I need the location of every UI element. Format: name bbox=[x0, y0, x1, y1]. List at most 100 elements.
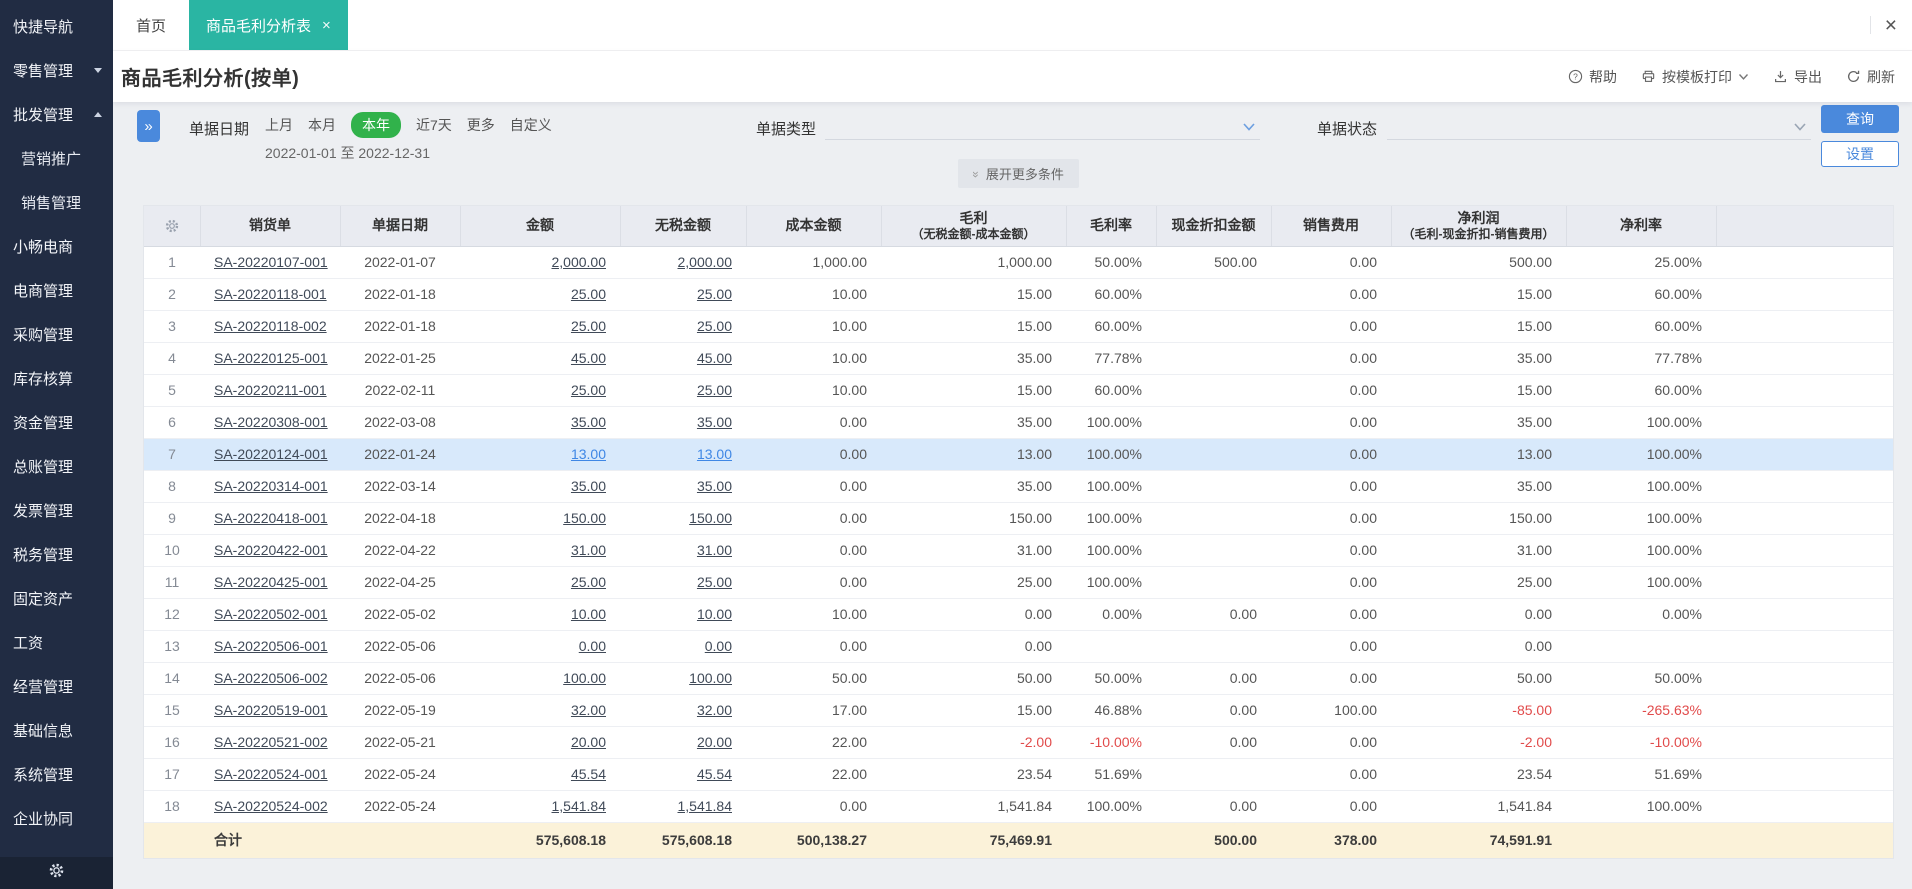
sale-order-link[interactable]: SA-20220107-001 bbox=[200, 246, 340, 279]
sidebar-item-enterprise-collab[interactable]: 企业协同 bbox=[0, 796, 113, 840]
tax-free-amount[interactable]: 25.00 bbox=[620, 310, 746, 343]
sidebar-item-tax-mgmt[interactable]: 税务管理 bbox=[0, 532, 113, 576]
table-row-4[interactable]: 4 SA-20220125-001 2022-01-25 45.00 45.00 10.0… bbox=[144, 342, 1893, 375]
tax-free-amount[interactable]: 45.54 bbox=[620, 758, 746, 791]
tax-free-amount[interactable]: 45.00 bbox=[620, 342, 746, 375]
sale-order-link[interactable]: SA-20220524-001 bbox=[200, 758, 340, 791]
sale-order-link[interactable]: SA-20220521-002 bbox=[200, 726, 340, 759]
doc-type-select[interactable] bbox=[825, 110, 1260, 140]
sale-order-link[interactable]: SA-20220118-001 bbox=[200, 278, 340, 311]
amount[interactable]: 25.00 bbox=[460, 278, 620, 311]
tax-free-amount[interactable]: 31.00 bbox=[620, 534, 746, 567]
quick-range-option[interactable]: 自定义 bbox=[510, 115, 552, 135]
sale-order-link[interactable]: SA-20220418-001 bbox=[200, 502, 340, 535]
tax-free-amount[interactable]: 25.00 bbox=[620, 374, 746, 407]
column-header[interactable]: 销售费用 bbox=[1271, 206, 1392, 247]
tax-free-amount[interactable]: 25.00 bbox=[620, 278, 746, 311]
window-close-icon[interactable]: × bbox=[1885, 15, 1897, 36]
table-row-11[interactable]: 11 SA-20220425-001 2022-04-25 25.00 25.00 0.0… bbox=[144, 566, 1893, 599]
quick-range-option[interactable]: 本年 bbox=[351, 112, 401, 138]
tax-free-amount[interactable]: 10.00 bbox=[620, 598, 746, 631]
tab-close-icon[interactable]: × bbox=[322, 18, 331, 33]
sidebar-item-invoice-mgmt[interactable]: 发票管理 bbox=[0, 488, 113, 532]
amount[interactable]: 45.00 bbox=[460, 342, 620, 375]
sidebar-item-general-ledger[interactable]: 总账管理 bbox=[0, 444, 113, 488]
column-header[interactable]: 销货单 bbox=[200, 206, 341, 247]
tax-free-amount[interactable]: 25.00 bbox=[620, 566, 746, 599]
table-row-12[interactable]: 12 SA-20220502-001 2022-05-02 10.00 10.00 10.… bbox=[144, 598, 1893, 631]
table-row-2[interactable]: 2 SA-20220118-001 2022-01-18 25.00 25.00 10.0… bbox=[144, 278, 1893, 311]
tax-free-amount[interactable]: 1,541.84 bbox=[620, 790, 746, 823]
tax-free-amount[interactable]: 100.00 bbox=[620, 662, 746, 695]
refresh-button[interactable]: 刷新 bbox=[1846, 67, 1895, 87]
sidebar-item-purchase-mgmt[interactable]: 采购管理 bbox=[0, 312, 113, 356]
sale-order-link[interactable]: SA-20220425-001 bbox=[200, 566, 340, 599]
sale-order-link[interactable]: SA-20220422-001 bbox=[200, 534, 340, 567]
tax-free-amount[interactable]: 13.00 bbox=[620, 438, 746, 471]
quick-range-option[interactable]: 更多 bbox=[467, 115, 495, 135]
tab-product-profit-analysis[interactable]: 商品毛利分析表 × bbox=[189, 0, 348, 50]
sale-order-link[interactable]: SA-20220124-001 bbox=[200, 438, 340, 471]
amount[interactable]: 35.00 bbox=[460, 406, 620, 439]
sale-order-link[interactable]: SA-20220506-001 bbox=[200, 630, 340, 663]
doc-status-select[interactable] bbox=[1387, 110, 1811, 140]
column-header[interactable]: 毛利 （无税金额-成本金额） bbox=[881, 206, 1067, 247]
sidebar-item-ecommerce-mgmt[interactable]: 电商管理 bbox=[0, 268, 113, 312]
sidebar-item-retail-mgmt[interactable]: 零售管理 bbox=[0, 48, 113, 92]
expand-more-button[interactable]: » 展开更多条件 bbox=[958, 159, 1079, 188]
sidebar-item-xiaochang-ec[interactable]: 小畅电商 bbox=[0, 224, 113, 268]
table-row-14[interactable]: 14 SA-20220506-002 2022-05-06 100.00 100.00 5… bbox=[144, 662, 1893, 695]
table-row-3[interactable]: 3 SA-20220118-002 2022-01-18 25.00 25.00 10.0… bbox=[144, 310, 1893, 343]
sale-order-link[interactable]: SA-20220125-001 bbox=[200, 342, 340, 375]
amount[interactable]: 32.00 bbox=[460, 694, 620, 727]
table-row-6[interactable]: 6 SA-20220308-001 2022-03-08 35.00 35.00 0.00… bbox=[144, 406, 1893, 439]
quick-range-option[interactable]: 本月 bbox=[308, 115, 336, 135]
sidebar-item-wholesale-mgmt[interactable]: 批发管理 bbox=[0, 92, 113, 136]
table-row-5[interactable]: 5 SA-20220211-001 2022-02-11 25.00 25.00 10.0… bbox=[144, 374, 1893, 407]
amount[interactable]: 13.00 bbox=[460, 438, 620, 471]
sidebar-item-basic-info[interactable]: 基础信息 bbox=[0, 708, 113, 752]
amount[interactable]: 25.00 bbox=[460, 374, 620, 407]
amount[interactable]: 2,000.00 bbox=[460, 246, 620, 279]
tax-free-amount[interactable]: 2,000.00 bbox=[620, 246, 746, 279]
column-header[interactable]: 单据日期 bbox=[340, 206, 461, 247]
amount[interactable]: 10.00 bbox=[460, 598, 620, 631]
table-row-16[interactable]: 16 SA-20220521-002 2022-05-21 20.00 20.00 22.… bbox=[144, 726, 1893, 759]
amount[interactable]: 150.00 bbox=[460, 502, 620, 535]
amount[interactable]: 100.00 bbox=[460, 662, 620, 695]
amount[interactable]: 31.00 bbox=[460, 534, 620, 567]
amount[interactable]: 1,541.84 bbox=[460, 790, 620, 823]
table-row-8[interactable]: 8 SA-20220314-001 2022-03-14 35.00 35.00 0.00… bbox=[144, 470, 1893, 503]
sale-order-link[interactable]: SA-20220308-001 bbox=[200, 406, 340, 439]
table-row-9[interactable]: 9 SA-20220418-001 2022-04-18 150.00 150.00 0.… bbox=[144, 502, 1893, 535]
tab-home[interactable]: 首页 bbox=[113, 0, 189, 50]
help-button[interactable]: ? 帮助 bbox=[1568, 67, 1617, 87]
sidebar-item-inventory-accounting[interactable]: 库存核算 bbox=[0, 356, 113, 400]
column-header[interactable]: 毛利率 bbox=[1066, 206, 1157, 247]
sale-order-link[interactable]: SA-20220524-002 bbox=[200, 790, 340, 823]
sidebar-item-system-mgmt[interactable]: 系统管理 bbox=[0, 752, 113, 796]
sidebar-item-fund-mgmt[interactable]: 资金管理 bbox=[0, 400, 113, 444]
sale-order-link[interactable]: SA-20220118-002 bbox=[200, 310, 340, 343]
amount[interactable]: 45.54 bbox=[460, 758, 620, 791]
table-row-13[interactable]: 13 SA-20220506-001 2022-05-06 0.00 0.00 0.00 0… bbox=[144, 630, 1893, 663]
sale-order-link[interactable]: SA-20220502-001 bbox=[200, 598, 340, 631]
amount[interactable]: 35.00 bbox=[460, 470, 620, 503]
tax-free-amount[interactable]: 150.00 bbox=[620, 502, 746, 535]
column-header[interactable]: 现金折扣金额 bbox=[1156, 206, 1272, 247]
column-header[interactable]: 净利率 bbox=[1566, 206, 1717, 247]
sidebar-item-sales-mgmt[interactable]: 销售管理 bbox=[0, 180, 113, 224]
table-row-17[interactable]: 17 SA-20220524-001 2022-05-24 45.54 45.54 22.… bbox=[144, 758, 1893, 791]
sale-order-link[interactable]: SA-20220211-001 bbox=[200, 374, 340, 407]
quick-range-option[interactable]: 上月 bbox=[265, 115, 293, 135]
column-header[interactable]: 无税金额 bbox=[620, 206, 747, 247]
sale-order-link[interactable]: SA-20220519-001 bbox=[200, 694, 340, 727]
tax-free-amount[interactable]: 35.00 bbox=[620, 470, 746, 503]
quick-range-option[interactable]: 近7天 bbox=[416, 115, 452, 135]
table-row-18[interactable]: 18 SA-20220524-002 2022-05-24 1,541.84 1,541… bbox=[144, 790, 1893, 823]
sidebar-item-payroll[interactable]: 工资 bbox=[0, 620, 113, 664]
tax-free-amount[interactable]: 32.00 bbox=[620, 694, 746, 727]
amount[interactable]: 0.00 bbox=[460, 630, 620, 663]
tax-free-amount[interactable]: 0.00 bbox=[620, 630, 746, 663]
table-row-7[interactable]: 7 SA-20220124-001 2022-01-24 13.00 13.00 0.00… bbox=[144, 438, 1893, 471]
